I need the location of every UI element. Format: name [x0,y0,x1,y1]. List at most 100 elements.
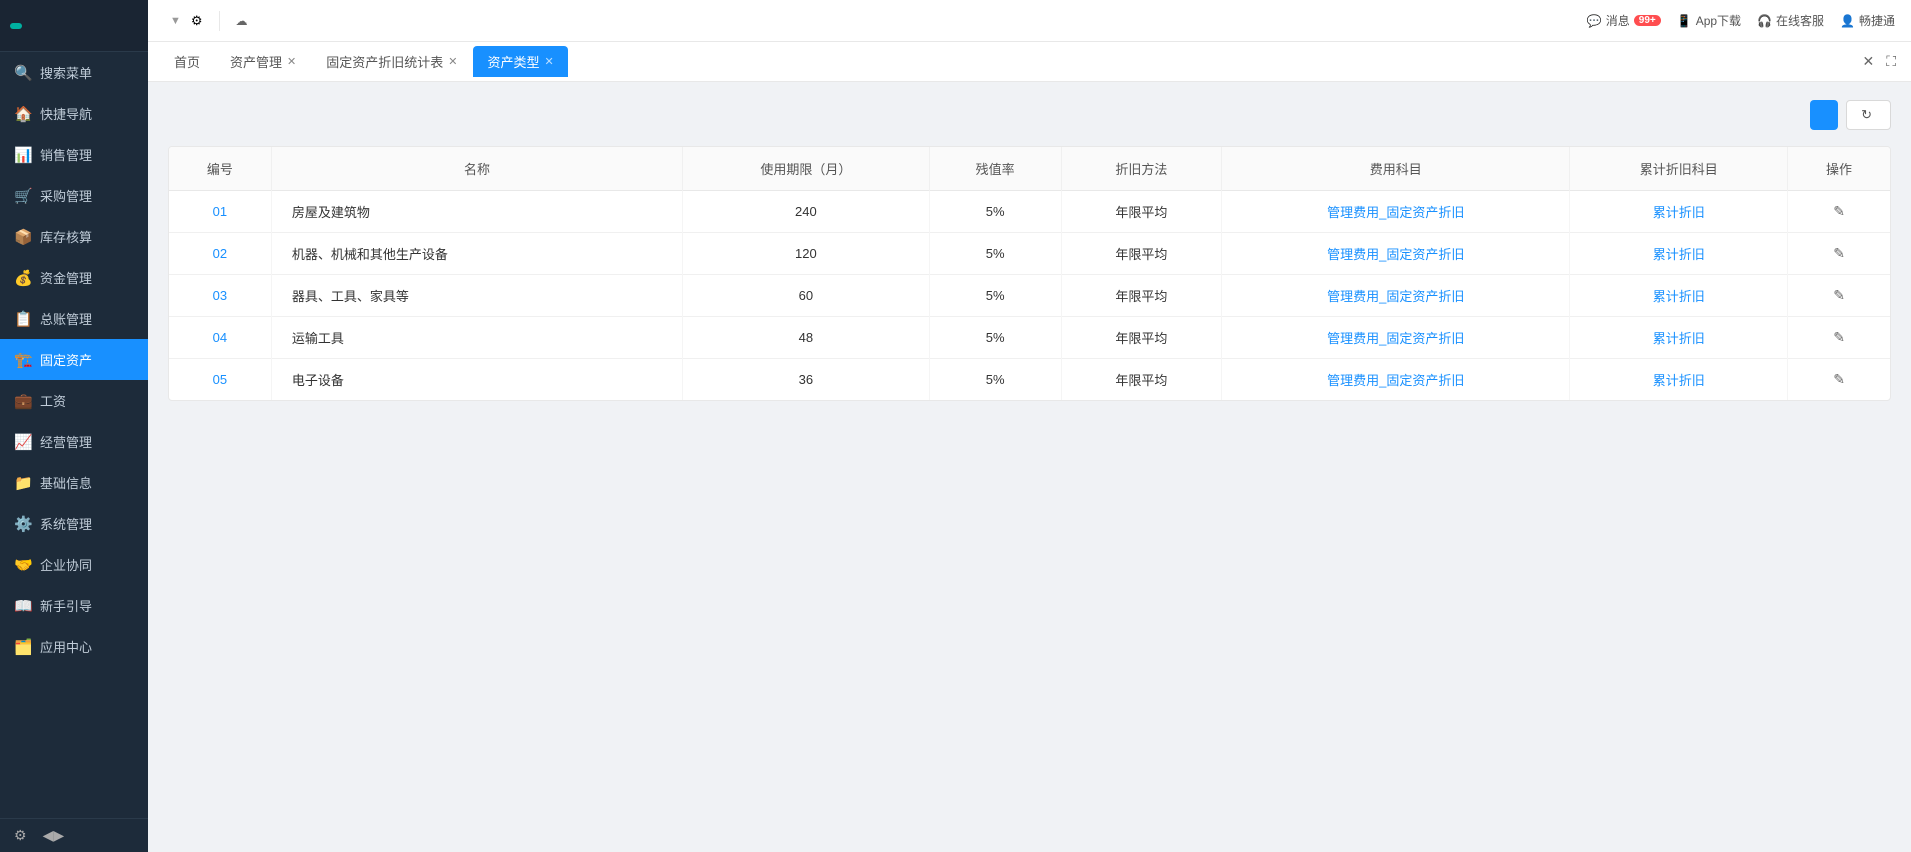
tab-label-asset-mgmt: 资产管理 [230,52,282,71]
table-row: 02 机器、机械和其他生产设备 120 5% 年限平均 管理费用_固定资产折旧 … [169,233,1890,275]
app-download-label: App下载 [1696,12,1741,29]
cell-name: 器具、工具、家具等 [271,275,682,317]
sidebar-item-inventory[interactable]: 📦库存核算 [0,216,148,257]
sidebar-item-guide[interactable]: 📖新手引导 [0,585,148,626]
cell-period: 120 [683,233,929,275]
table-row: 01 房屋及建筑物 240 5% 年限平均 管理费用_固定资产折旧 累计折旧 ✎ [169,191,1890,233]
fixed-assets-icon: 🏗️ [14,351,32,369]
sidebar-item-fund[interactable]: 💰 资金管理 [0,257,148,298]
collapse-icon[interactable]: ◀▶ [43,827,65,844]
sidebar-item-purchase[interactable]: 🛒采购管理 [0,175,148,216]
cell-period: 60 [683,275,929,317]
tab-home[interactable]: 首页 [160,46,214,77]
cell-method: 年限平均 [1061,275,1222,317]
cell-name: 电子设备 [271,359,682,401]
edit-icon[interactable]: ✎ [1833,371,1845,387]
edit-icon[interactable]: ✎ [1833,287,1845,303]
user-item[interactable]: 👤 畅捷通 [1840,12,1895,29]
cell-residual: 5% [929,191,1061,233]
cell-operation: ✎ [1788,317,1890,359]
cloud-icon: ☁ [236,14,248,28]
cell-period: 48 [683,317,929,359]
table-row: 05 电子设备 36 5% 年限平均 管理费用_固定资产折旧 累计折旧 ✎ [169,359,1890,401]
app-logo [0,0,148,52]
app-center-icon: 🗂️ [14,638,32,656]
guide-icon: 📖 [14,597,32,615]
customer-service-label: 在线客服 [1776,12,1824,29]
edit-icon[interactable]: ✎ [1833,329,1845,345]
sidebar-item-ledger[interactable]: 📋总账管理 [0,298,148,339]
cell-operation: ✎ [1788,191,1890,233]
sidebar-item-search[interactable]: 🔍搜索菜单 [0,52,148,93]
sidebar-item-system[interactable]: ⚙️系统管理 [0,503,148,544]
tab-close-asset-mgmt[interactable]: ✕ [287,55,296,68]
table-row: 04 运输工具 48 5% 年限平均 管理费用_固定资产折旧 累计折旧 ✎ [169,317,1890,359]
module-settings-icon[interactable]: ⚙ [191,13,203,29]
cell-code: 05 [169,359,271,401]
sidebar-item-nav[interactable]: 🏠快捷导航 [0,93,148,134]
cell-name: 机器、机械和其他生产设备 [271,233,682,275]
cell-accum-subject: 累计折旧 [1570,317,1788,359]
experience-button[interactable]: ☁ [236,14,253,28]
cell-fee-subject: 管理费用_固定资产折旧 [1222,317,1570,359]
message-icon: 💬 [1587,14,1602,28]
cell-period: 240 [683,191,929,233]
customer-service-item[interactable]: 🎧 在线客服 [1757,12,1824,29]
col-header: 费用科目 [1222,147,1570,191]
refresh-button[interactable]: ↻ [1846,100,1891,130]
user-avatar-icon: 👤 [1840,14,1855,28]
sidebar-label-salary: 工资 [40,391,66,410]
col-header: 残值率 [929,147,1061,191]
tab-label-home: 首页 [174,52,200,71]
table-header: 编号名称使用期限（月）残值率折旧方法费用科目累计折旧科目操作 [169,147,1890,191]
col-header: 编号 [169,147,271,191]
sidebar-label-fund: 资金管理 [40,268,92,287]
sidebar-item-basic-info[interactable]: 📁基础信息 [0,462,148,503]
logo-icon [10,23,22,29]
cell-accum-subject: 累计折旧 [1570,233,1788,275]
sidebar-item-operations[interactable]: 📈经营管理 [0,421,148,462]
tab-asset-type[interactable]: 资产类型✕ [473,46,567,77]
edit-icon[interactable]: ✎ [1833,245,1845,261]
expand-tab-icon[interactable]: ⛶ [1883,50,1899,73]
cell-residual: 5% [929,233,1061,275]
cell-method: 年限平均 [1061,233,1222,275]
fund-icon: 💰 [14,269,32,287]
edit-icon[interactable]: ✎ [1833,203,1845,219]
tabs-controls: ✕ ⛶ [1859,50,1899,73]
cell-accum-subject: 累计折旧 [1570,359,1788,401]
tab-asset-mgmt[interactable]: 资产管理 ✕ [216,46,310,77]
tab-depreciation-stat[interactable]: 固定资产折旧统计表✕ [312,46,471,77]
settings-icon[interactable]: ⚙ [14,827,27,844]
col-header: 使用期限（月） [683,147,929,191]
message-label: 消息 [1606,12,1630,29]
cell-name: 房屋及建筑物 [271,191,682,233]
col-header: 操作 [1788,147,1890,191]
app-download-item[interactable]: 📱 App下载 [1677,12,1741,29]
refresh-icon: ↻ [1861,107,1872,123]
table-header-row: 编号名称使用期限（月）残值率折旧方法费用科目累计折旧科目操作 [169,147,1890,191]
main-area: ▼ ⚙ ☁ 💬 消息 99 📱 App下载 🎧 在线客服 👤 畅捷 [148,0,1911,852]
table-row: 03 器具、工具、家具等 60 5% 年限平均 管理费用_固定资产折旧 累计折旧… [169,275,1890,317]
sidebar-item-sales[interactable]: 📊销售管理 [0,134,148,175]
content-area: ↻ 编号名称使用期限（月）残值率折旧方法费用科目累计折旧科目操作 01 房屋及建… [148,82,1911,852]
operations-icon: 📈 [14,433,32,451]
cell-code: 04 [169,317,271,359]
message-item[interactable]: 💬 消息 99 [1587,12,1661,29]
cell-operation: ✎ [1788,233,1890,275]
tab-close-depreciation-stat[interactable]: ✕ [448,55,457,68]
sidebar-item-app-center[interactable]: 🗂️应用中心 [0,626,148,667]
cell-operation: ✎ [1788,359,1890,401]
sidebar-item-fixed-assets[interactable]: 🏗️固定资产 [0,339,148,380]
cell-residual: 5% [929,275,1061,317]
topbar-divider [219,11,220,31]
module-selector[interactable]: ▼ [164,15,181,27]
sidebar-label-inventory: 库存核算 [40,227,92,246]
sidebar-item-enterprise[interactable]: 🤝企业协同 [0,544,148,585]
close-tab-icon[interactable]: ✕ [1859,50,1877,73]
sidebar-item-salary[interactable]: 💼工资 [0,380,148,421]
cell-name: 运输工具 [271,317,682,359]
new-button[interactable] [1810,100,1838,130]
tab-close-asset-type[interactable]: ✕ [545,55,554,68]
tabs-bar: 首页资产管理✕固定资产折旧统计表✕资产类型✕ ✕ ⛶ [148,42,1911,82]
